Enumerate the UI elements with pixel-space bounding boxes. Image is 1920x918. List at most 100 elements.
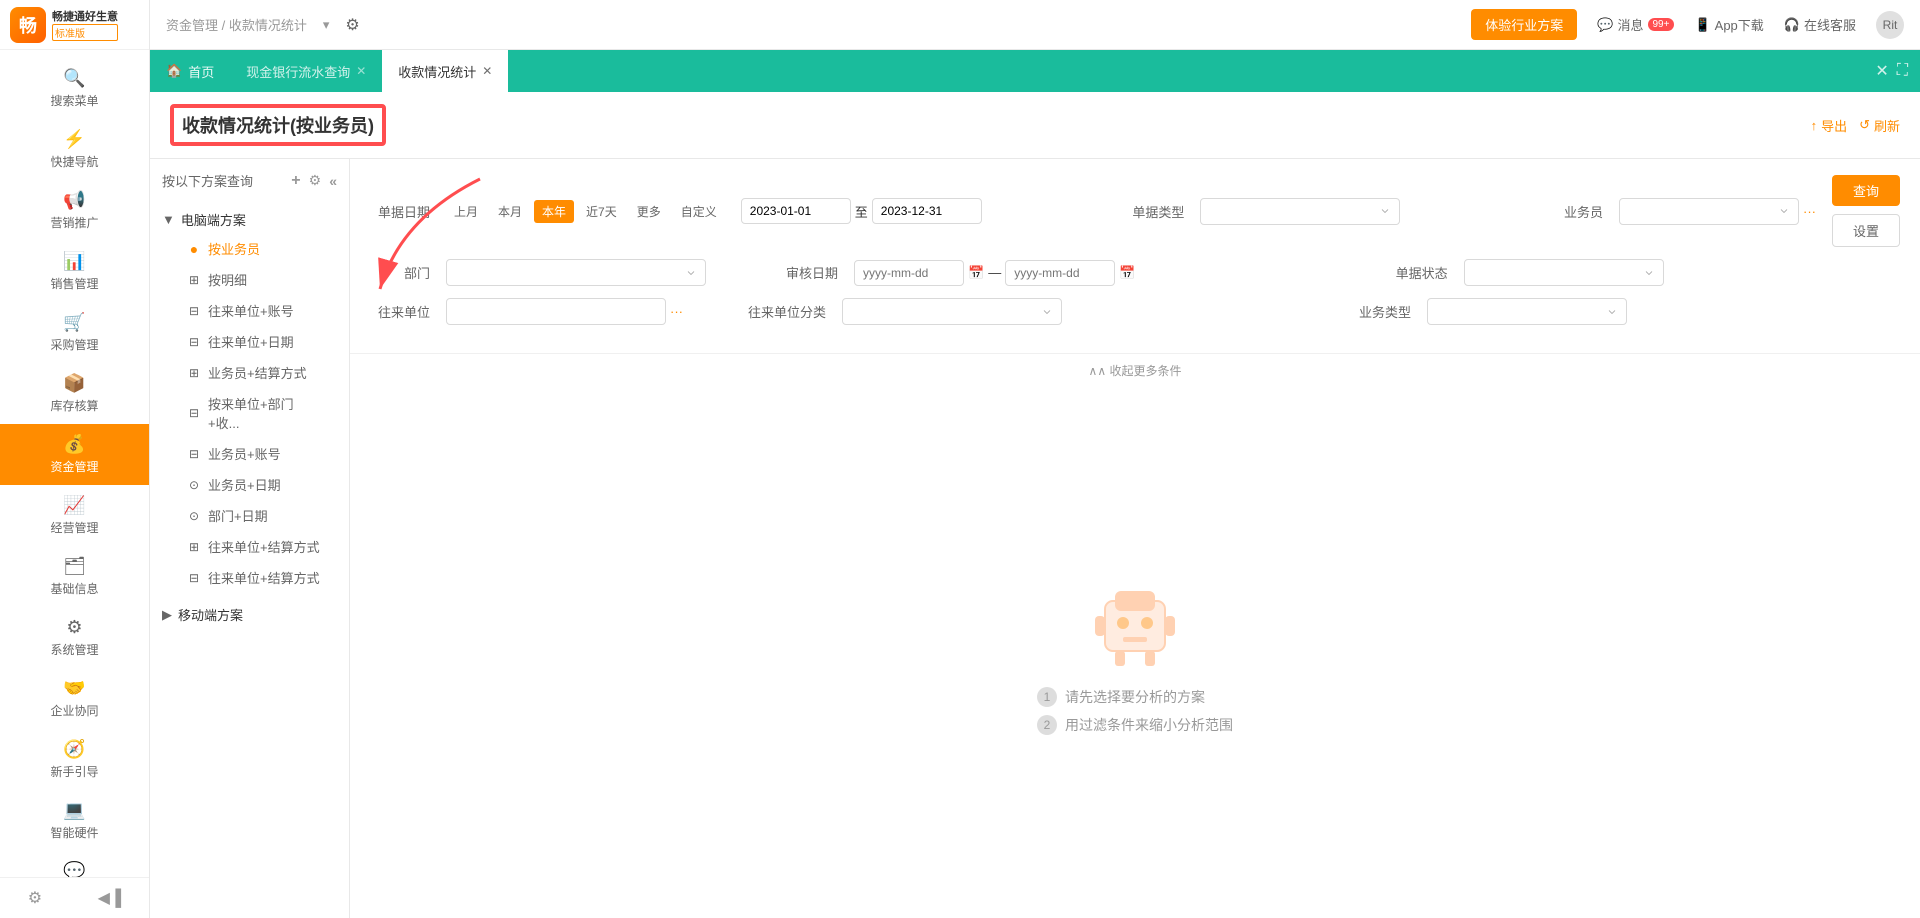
tab-home[interactable]: 🏠 首页: [150, 50, 230, 92]
sidebar-item-wechat[interactable]: 💬 企业微信: [0, 851, 149, 877]
tip-text-1: 请先选择要分析的方案: [1065, 687, 1205, 707]
home-icon: 🏠: [166, 63, 182, 79]
sidebar-nav: 🔍 搜索菜单 ⚡ 快捷导航 📢 营销推广 📊 销售管理 🛒 采购管理 📦: [0, 50, 149, 877]
group-label: 移动端方案: [178, 605, 243, 624]
query-btn-group: 查询 设置: [1832, 175, 1900, 247]
scheme-item-unit-account[interactable]: ⊟ 往来单位+账号: [162, 295, 337, 326]
scheme-item-detail[interactable]: ⊞ 按明细: [162, 264, 337, 295]
expand-icon: ▼: [162, 212, 175, 227]
empty-tip-2: 2 用过滤条件来缩小分析范围: [1037, 715, 1233, 735]
sidebar-item-hardware[interactable]: 💻 智能硬件: [0, 790, 149, 851]
settings-button[interactable]: 设置: [1832, 214, 1900, 247]
scheme-group-desktop-title[interactable]: ▼ 电脑端方案: [162, 206, 337, 233]
sidebar-item-operation[interactable]: 📈 经营管理: [0, 485, 149, 546]
dropdown-icon[interactable]: ▾: [323, 17, 330, 33]
date-tag-last-month[interactable]: 上月: [446, 200, 486, 223]
wechat-icon: 💬: [63, 861, 85, 877]
scheme-item-label: 往来单位+结算方式: [208, 568, 320, 587]
date-tag-this-month[interactable]: 本月: [490, 200, 530, 223]
calendar-icon-1[interactable]: 📅: [968, 265, 984, 281]
sidebar-item-label: 经营管理: [50, 519, 98, 536]
scheme-item-unit-date[interactable]: ⊟ 往来单位+日期: [162, 326, 337, 357]
add-scheme-icon[interactable]: +: [291, 172, 300, 190]
sidebar-item-guide[interactable]: 🧭 新手引导: [0, 729, 149, 790]
scheme-group-mobile-title[interactable]: ▶ 移动端方案: [162, 601, 337, 628]
date-range: 至: [741, 198, 982, 224]
refresh-icon: ↺: [1859, 117, 1870, 133]
salesman-select[interactable]: [1619, 198, 1799, 225]
scheme-item-salesman[interactable]: ● 按业务员: [162, 233, 337, 264]
main-area: 资金管理 / 收款情况统计 ▾ ⚙ 体验行业方案 💬 消息 99+ 📱 App下…: [150, 0, 1920, 918]
tab-collection-close[interactable]: ✕: [482, 64, 492, 78]
scheme-item-salesman-account[interactable]: ⊟ 业务员+账号: [162, 438, 337, 469]
app-download-btn[interactable]: 📱 App下载: [1694, 15, 1763, 34]
message-btn[interactable]: 💬 消息 99+: [1597, 15, 1674, 34]
partner-input[interactable]: [446, 298, 666, 325]
bill-type-select[interactable]: [1200, 198, 1400, 225]
scheme-item-label: 部门+日期: [208, 506, 268, 525]
calendar-icon-2[interactable]: 📅: [1119, 265, 1135, 281]
salesman-icon: ●: [186, 241, 202, 257]
basic-icon: 🗂: [63, 556, 86, 577]
scheme-item-dept-date[interactable]: ⊙ 部门+日期: [162, 500, 337, 531]
sidebar-item-basic[interactable]: 🗂 基础信息: [0, 546, 149, 607]
sidebar-item-quicknav[interactable]: ⚡ 快捷导航: [0, 119, 149, 180]
biz-type-select[interactable]: [1427, 298, 1627, 325]
sidebar-item-marketing[interactable]: 📢 营销推广: [0, 180, 149, 241]
scheme-item-unit-dept[interactable]: ⊟ 按来单位+部门+收...: [162, 388, 337, 438]
dept-select[interactable]: [446, 259, 706, 286]
refresh-btn[interactable]: ↺ 刷新: [1859, 116, 1900, 135]
date-to-input[interactable]: [872, 198, 982, 224]
tab-collection[interactable]: 收款情况统计 ✕: [382, 50, 508, 92]
salesman-date-icon: ⊙: [186, 477, 202, 493]
tab-bank-close[interactable]: ✕: [356, 64, 366, 78]
operation-icon: 📈: [63, 495, 85, 516]
quicknav-icon: ⚡: [63, 129, 85, 150]
scheme-settings-icon[interactable]: ⚙: [309, 172, 322, 189]
export-btn[interactable]: ↑ 导出: [1811, 116, 1848, 135]
settings-bottom-icon[interactable]: ⚙: [28, 888, 42, 908]
partner-more-icon[interactable]: ···: [670, 304, 683, 319]
panel-collapse-icon[interactable]: «: [329, 173, 337, 189]
query-button[interactable]: 查询: [1832, 175, 1900, 206]
salesman-more-icon[interactable]: ···: [1803, 204, 1816, 219]
user-avatar[interactable]: Rit: [1876, 11, 1904, 39]
trial-btn[interactable]: 体验行业方案: [1471, 9, 1577, 40]
scheme-item-label: 业务员+结算方式: [208, 363, 307, 382]
review-date-from[interactable]: [854, 260, 964, 286]
sidebar-item-finance[interactable]: 💰 资金管理: [0, 424, 149, 485]
sidebar-item-enterprise[interactable]: 🤝 企业协同: [0, 668, 149, 729]
collapse-sidebar-icon[interactable]: ◀▐: [98, 888, 122, 908]
sidebar-item-inventory[interactable]: 📦 库存核算: [0, 363, 149, 424]
tab-close-all-icon[interactable]: ✕: [1875, 61, 1888, 81]
online-service-btn[interactable]: 🎧 在线客服: [1784, 15, 1856, 34]
date-tag-this-year[interactable]: 本年: [534, 200, 574, 223]
review-date-to[interactable]: [1005, 260, 1115, 286]
salesman-label: 业务员: [1543, 202, 1603, 221]
sidebar-item-purchase[interactable]: 🛒 采购管理: [0, 302, 149, 363]
scheme-item-salesman-settlement[interactable]: ⊞ 业务员+结算方式: [162, 357, 337, 388]
tab-maximize-icon[interactable]: ⛶: [1897, 62, 1908, 80]
scheme-item-salesman-date[interactable]: ⊙ 业务员+日期: [162, 469, 337, 500]
settings-icon[interactable]: ⚙: [345, 15, 359, 35]
scheme-item-unit-settlement2[interactable]: ⊞ 往来单位+结算方式: [162, 531, 337, 562]
bill-status-select[interactable]: [1464, 259, 1664, 286]
partner-classify-select[interactable]: [842, 298, 1062, 325]
group-label: 电脑端方案: [181, 210, 246, 229]
tab-bank[interactable]: 现金银行流水查询 ✕: [230, 50, 382, 92]
scheme-item-unit-settlement3[interactable]: ⊟ 往来单位+结算方式: [162, 562, 337, 593]
user-name: Rit: [1883, 18, 1898, 32]
sidebar-item-system[interactable]: ⚙ 系统管理: [0, 607, 149, 668]
sidebar-item-sales[interactable]: 📊 销售管理: [0, 241, 149, 302]
bill-status-label: 单据状态: [1388, 263, 1448, 282]
date-tag-custom[interactable]: 自定义: [673, 200, 725, 223]
tip-text-2: 用过滤条件来缩小分析范围: [1065, 715, 1233, 735]
date-from-input[interactable]: [741, 198, 851, 224]
date-tag-more[interactable]: 更多: [629, 200, 669, 223]
collapse-bar[interactable]: ∧∧ 收起更多条件: [350, 354, 1920, 387]
partner-label: 往来单位: [370, 302, 430, 321]
sidebar-item-label: 采购管理: [50, 336, 98, 353]
collapse-icon: ∧∧: [1089, 364, 1107, 378]
date-tag-7days[interactable]: 近7天: [578, 200, 625, 223]
sidebar-item-search[interactable]: 🔍 搜索菜单: [0, 58, 149, 119]
